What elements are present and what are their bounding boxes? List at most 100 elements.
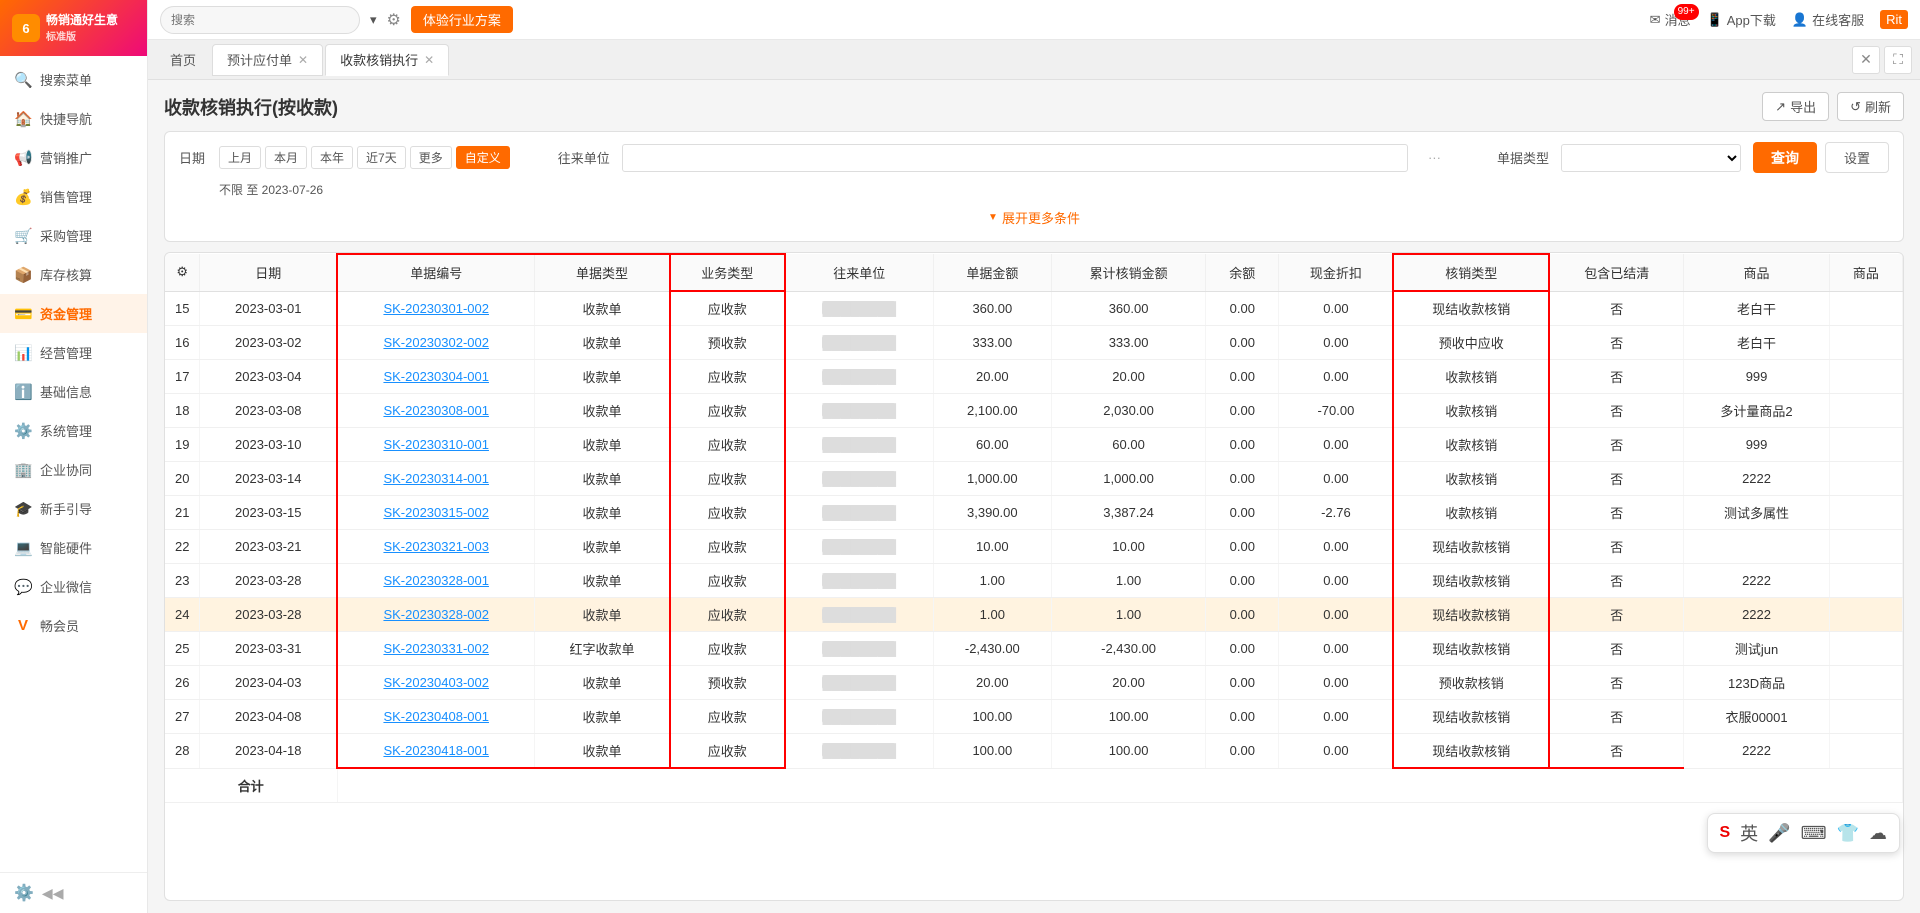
sidebar-item-label: 基础信息	[40, 382, 92, 401]
gear-icon[interactable]: ⚙	[387, 10, 401, 30]
row-included: 否	[1549, 428, 1684, 462]
ime-cloud-icon[interactable]: ☁	[1869, 823, 1887, 844]
sidebar-item-sales[interactable]: 💰 销售管理	[0, 177, 147, 216]
doc-no-link[interactable]: SK-20230418-001	[383, 743, 489, 758]
row-goods2	[1829, 326, 1902, 360]
doc-no-link[interactable]: SK-20230408-001	[383, 709, 489, 724]
solution-btn[interactable]: 体验行业方案	[411, 6, 513, 33]
online-service-btn[interactable]: 👤 在线客服	[1792, 10, 1864, 29]
table-scroll[interactable]: ⚙ 日期 单据编号 单据类型 业务类型 往来单位 单据金额 累计核销金额 余额 …	[165, 253, 1903, 900]
row-date: 2023-03-04	[200, 360, 337, 394]
refresh-icon: ↺	[1850, 99, 1861, 115]
table-row: 24 2023-03-28 SK-20230328-002 收款单 应收款 ██…	[165, 598, 1903, 632]
tab-prepay[interactable]: 预计应付单 ✕	[212, 44, 323, 76]
doc-no-link[interactable]: SK-20230403-002	[383, 675, 489, 690]
sidebar-item-base[interactable]: ℹ️ 基础信息	[0, 372, 147, 411]
row-balance: 0.00	[1206, 564, 1279, 598]
row-amount: 1,000.00	[933, 462, 1051, 496]
doc-no-link[interactable]: SK-20230331-002	[383, 641, 489, 656]
sidebar-item-label: 企业协同	[40, 460, 92, 479]
row-date: 2023-03-28	[200, 598, 337, 632]
doc-no-link[interactable]: SK-20230304-001	[383, 369, 489, 384]
sidebar-item-vip[interactable]: V 畅会员	[0, 606, 147, 645]
row-date: 2023-03-21	[200, 530, 337, 564]
doc-no-link[interactable]: SK-20230314-001	[383, 471, 489, 486]
row-amount: 100.00	[933, 700, 1051, 734]
date-btn-last-month[interactable]: 上月	[219, 146, 261, 169]
sidebar-item-purchase[interactable]: 🛒 采购管理	[0, 216, 147, 255]
date-btn-7days[interactable]: 近7天	[357, 146, 406, 169]
sidebar-item-wechat[interactable]: 💬 企业微信	[0, 567, 147, 606]
row-biz-type: 应收款	[670, 632, 785, 666]
settings-footer-icon[interactable]: ⚙️	[14, 883, 34, 903]
row-verified: 333.00	[1051, 326, 1205, 360]
tab-receipt[interactable]: 收款核销执行 ✕	[325, 44, 449, 76]
doc-no-link[interactable]: SK-20230321-003	[383, 539, 489, 554]
row-verify-type: 预收中应收	[1393, 326, 1549, 360]
date-btn-more[interactable]: 更多	[410, 146, 452, 169]
date-btn-custom[interactable]: 自定义	[456, 146, 510, 169]
tab-close-receipt[interactable]: ✕	[424, 53, 434, 67]
col-settings[interactable]: ⚙	[165, 254, 200, 291]
search-input[interactable]	[160, 6, 360, 34]
date-btn-this-month[interactable]: 本月	[265, 146, 307, 169]
doc-no-link[interactable]: SK-20230310-001	[383, 437, 489, 452]
expand-conditions-btn[interactable]: ▼ 展开更多条件	[179, 204, 1889, 231]
ime-shirt-icon[interactable]: 👕	[1837, 823, 1859, 844]
row-doc-type: 红字收款单	[535, 632, 670, 666]
sidebar-item-operation[interactable]: 📊 经营管理	[0, 333, 147, 372]
collapse-icon[interactable]: ◀◀	[42, 885, 64, 902]
row-balance: 0.00	[1206, 462, 1279, 496]
sidebar-item-hardware[interactable]: 💻 智能硬件	[0, 528, 147, 567]
row-biz-type: 应收款	[670, 564, 785, 598]
column-settings-icon[interactable]: ⚙	[176, 264, 188, 279]
ime-keyboard-icon[interactable]: ⌨	[1801, 823, 1827, 844]
row-doc-no: SK-20230321-003	[337, 530, 535, 564]
row-date: 2023-03-02	[200, 326, 337, 360]
doc-no-link[interactable]: SK-20230315-002	[383, 505, 489, 520]
tab-home[interactable]: 首页	[156, 44, 210, 76]
sidebar-item-newbie[interactable]: 🎓 新手引导	[0, 489, 147, 528]
refresh-btn[interactable]: ↺ 刷新	[1837, 92, 1904, 121]
sidebar-item-finance[interactable]: 💳 资金管理	[0, 294, 147, 333]
row-discount: 0.00	[1279, 326, 1394, 360]
date-btn-this-year[interactable]: 本年	[311, 146, 353, 169]
row-no: 25	[165, 632, 200, 666]
row-biz-type: 应收款	[670, 428, 785, 462]
query-btn[interactable]: 查询	[1753, 142, 1817, 173]
row-partner: ████████	[785, 700, 933, 734]
sidebar-item-inventory[interactable]: 📦 库存核算	[0, 255, 147, 294]
row-partner: ████████	[785, 564, 933, 598]
doc-type-select[interactable]	[1561, 144, 1741, 172]
doc-no-link[interactable]: SK-20230328-002	[383, 607, 489, 622]
close-window-btn[interactable]: ✕	[1852, 46, 1880, 74]
sidebar-item-marketing[interactable]: 📢 营销推广	[0, 138, 147, 177]
row-doc-no: SK-20230418-001	[337, 734, 535, 769]
row-goods: 999	[1684, 360, 1829, 394]
messages-btn[interactable]: ✉ 消息 99+	[1650, 10, 1691, 29]
doc-no-link[interactable]: SK-20230328-001	[383, 573, 489, 588]
export-btn[interactable]: ↗ 导出	[1762, 92, 1829, 121]
ime-mic-icon[interactable]: 🎤	[1768, 823, 1790, 844]
filter-settings-btn[interactable]: 设置	[1825, 142, 1889, 173]
sidebar-item-search[interactable]: 🔍 搜索菜单	[0, 60, 147, 99]
sidebar-item-corp[interactable]: 🏢 企业协同	[0, 450, 147, 489]
row-amount: 1.00	[933, 598, 1051, 632]
tab-close-prepay[interactable]: ✕	[298, 53, 308, 67]
row-balance: 0.00	[1206, 632, 1279, 666]
maximize-btn[interactable]: ⛶	[1884, 46, 1912, 74]
doc-no-link[interactable]: SK-20230308-001	[383, 403, 489, 418]
app-download-btn[interactable]: 📱 App下载	[1707, 10, 1776, 29]
partner-label: 往来单位	[558, 148, 610, 167]
row-amount: 100.00	[933, 734, 1051, 769]
sidebar-item-system[interactable]: ⚙️ 系统管理	[0, 411, 147, 450]
row-included: 否	[1549, 666, 1684, 700]
partner-input[interactable]	[622, 144, 1408, 172]
corp-icon: 🏢	[14, 461, 32, 479]
sidebar-item-guide[interactable]: 🏠 快捷导航	[0, 99, 147, 138]
dropdown-btn[interactable]: ▾	[370, 12, 377, 28]
user-profile[interactable]: Rit	[1880, 10, 1908, 29]
doc-no-link[interactable]: SK-20230302-002	[383, 335, 489, 350]
doc-no-link[interactable]: SK-20230301-002	[383, 301, 489, 316]
ime-brand[interactable]: 英	[1740, 820, 1758, 846]
